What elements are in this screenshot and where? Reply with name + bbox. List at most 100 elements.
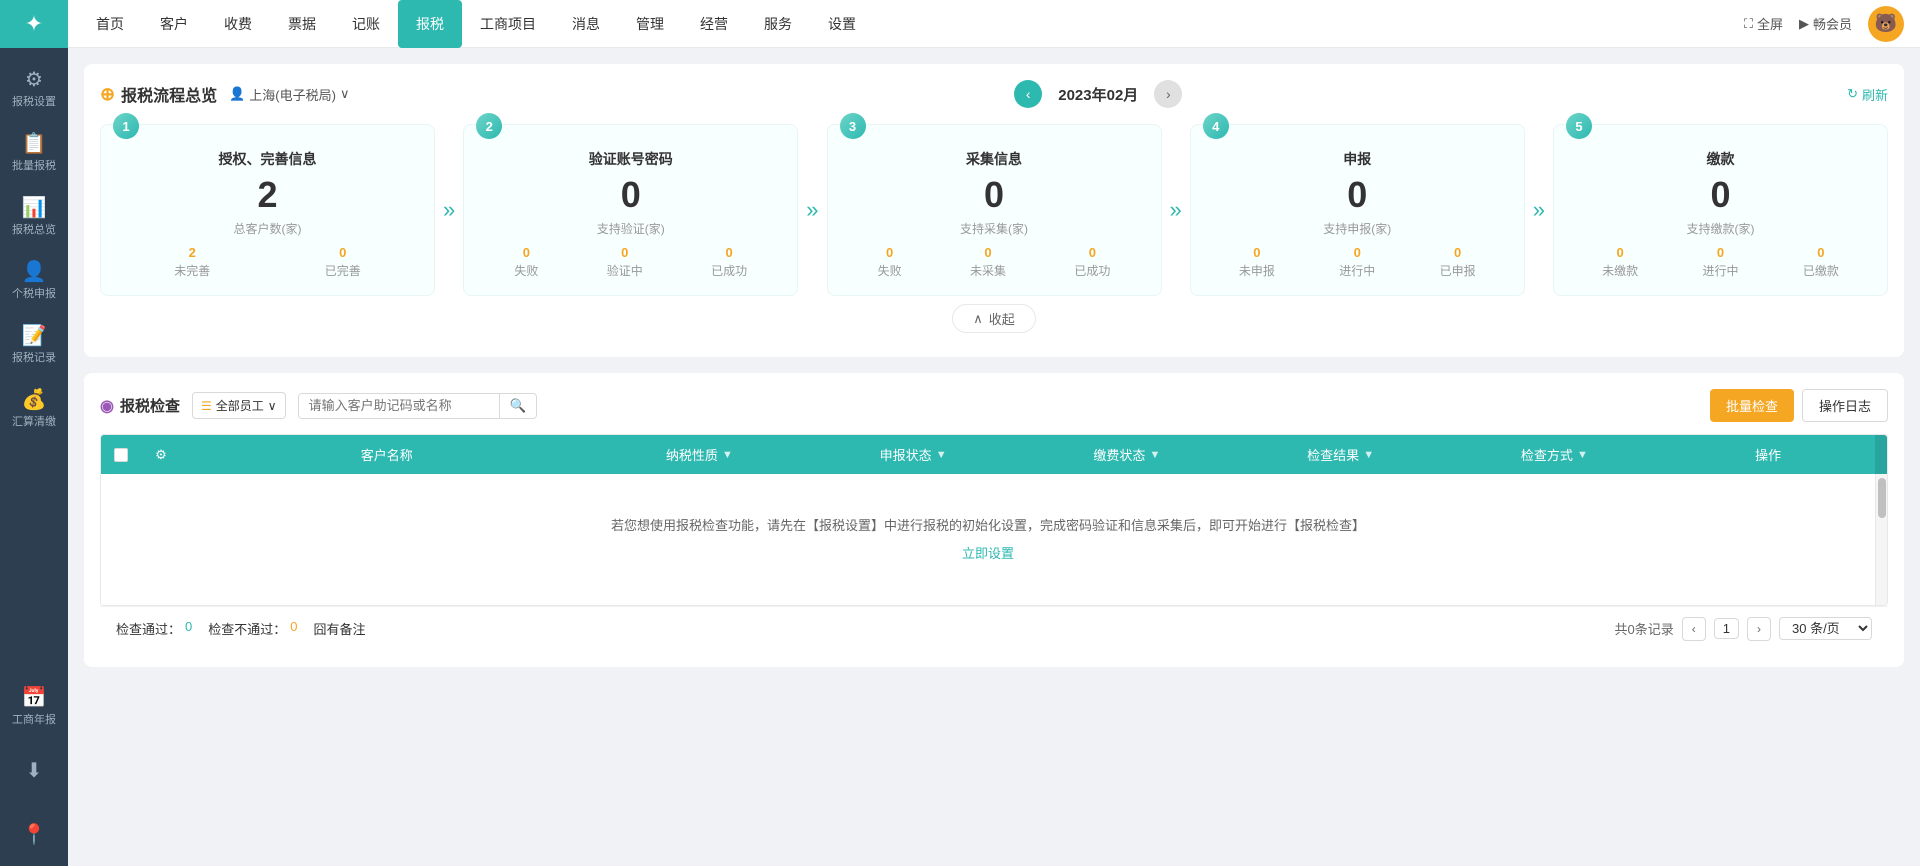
fail-count[interactable]: 0 [290,619,297,638]
stat-label-collected-3: 已成功 [1074,262,1110,279]
search-input[interactable] [299,394,499,417]
sidebar-item-personal-tax[interactable]: 👤 个税申报 [0,248,68,312]
nav-service[interactable]: 服务 [746,0,810,48]
filter-icon-2[interactable]: ▼ [936,449,947,461]
sidebar-label-tax-records: 报税记录 [12,352,56,365]
th-gear[interactable]: ⚙ [141,435,181,474]
user-avatar[interactable]: 🐻 [1868,6,1904,42]
flow-step-5: 5 缴款 0 支持缴款(家) 0 未缴款 0 进行中 [1553,124,1888,296]
nav-operation[interactable]: 经营 [682,0,746,48]
stat-complete: 0 已完善 [325,245,361,279]
stat-val-failed-3[interactable]: 0 [886,245,893,260]
clearance-icon: 💰 [22,387,47,412]
stat-label-failed-2: 失败 [514,262,538,279]
pass-count[interactable]: 0 [185,619,192,638]
stat-val-verifying-2[interactable]: 0 [621,245,628,260]
refresh-icon: ↻ [1847,86,1858,102]
dropdown-icon: ∨ [340,86,350,102]
th-pay-status: 缴费状态 ▼ [1020,435,1234,474]
nav-bookkeeping[interactable]: 记账 [334,0,398,48]
collapse-button[interactable]: ∧ 收起 [952,304,1036,333]
tax-check-header: ◉ 报税检查 ☰ 全部员工 ∨ 🔍 批量检查 操作日志 [100,389,1888,422]
stat-paid-5: 0 已缴款 [1803,245,1839,279]
prev-month-button[interactable]: ‹ [1014,80,1042,108]
stat-val-incomplete[interactable]: 2 [189,245,196,260]
next-month-button[interactable]: › [1154,80,1182,108]
filter-icon-5[interactable]: ▼ [1577,449,1588,461]
nav-settings[interactable]: 设置 [810,0,874,48]
stat-val-paid-5[interactable]: 0 [1817,245,1824,260]
sidebar-item-location[interactable]: 📍 [0,802,68,866]
stat-val-inprogress-4[interactable]: 0 [1354,245,1361,260]
filter-icon-4[interactable]: ▼ [1363,449,1374,461]
tax-records-icon: 📝 [22,323,47,348]
tax-check-actions: 批量检查 操作日志 [1710,389,1888,422]
step-subtitle-3: 支持采集(家) [844,220,1145,237]
sidebar: ⚙ 报税设置 📋 批量报税 📊 报税总览 👤 个税申报 📝 报税记录 💰 汇算清… [0,48,68,866]
stat-val-verified-2[interactable]: 0 [725,245,732,260]
sidebar-item-batch-tax[interactable]: 📋 批量报税 [0,120,68,184]
stat-val-collected-3[interactable]: 0 [1089,245,1096,260]
setup-link[interactable]: 立即设置 [962,542,1014,565]
page-size-selector[interactable]: 30 条/页50 条/页100 条/页 [1779,617,1872,640]
current-page: 1 [1714,618,1739,639]
fullscreen-button[interactable]: ⛶ 全屏 [1744,14,1783,33]
filter-icon-1[interactable]: ▼ [722,449,733,461]
stat-unpaid-5: 0 未缴款 [1602,245,1638,279]
th-checkbox[interactable] [101,435,141,474]
step-count-5: 0 [1570,173,1871,216]
location-tag[interactable]: 👤 上海(电子税局) ∨ [229,85,349,104]
stat-inprogress-4: 0 进行中 [1339,245,1375,279]
step-stats-2: 0 失败 0 验证中 0 已成功 [480,245,781,279]
nav-manage[interactable]: 管理 [618,0,682,48]
sidebar-item-annual-report[interactable]: 📅 工商年报 [0,674,68,738]
stat-val-inprogress-5[interactable]: 0 [1717,245,1724,260]
nav-tax[interactable]: 报税 [398,0,462,48]
collapse-bar: ∧ 收起 [100,296,1888,341]
vip-button[interactable]: ▶ 畅会员 [1799,14,1852,33]
nav-business[interactable]: 工商项目 [462,0,554,48]
nav-client[interactable]: 客户 [142,0,206,48]
step-title-5: 缴款 [1570,141,1871,169]
sidebar-label-tax-overview: 报税总览 [12,224,56,237]
month-navigation: ‹ 2023年02月 › [1014,80,1182,108]
nav-fee[interactable]: 收费 [206,0,270,48]
select-all-checkbox[interactable] [114,448,128,462]
nav-home[interactable]: 首页 [78,0,142,48]
step-num-1: 1 [113,113,139,139]
stat-val-complete[interactable]: 0 [339,245,346,260]
sidebar-item-download[interactable]: ⬇ [0,738,68,802]
nav-invoice[interactable]: 票据 [270,0,334,48]
nav-message[interactable]: 消息 [554,0,618,48]
current-month: 2023年02月 [1058,84,1138,105]
th-report-status: 申报状态 ▼ [806,435,1020,474]
search-button[interactable]: 🔍 [499,394,537,418]
step-stats-5: 0 未缴款 0 进行中 0 已缴款 [1570,245,1871,279]
prev-page-button[interactable]: ‹ [1682,617,1706,641]
sidebar-item-tax-overview[interactable]: 📊 报税总览 [0,184,68,248]
stat-val-uncollected-3[interactable]: 0 [984,245,991,260]
next-page-button[interactable]: › [1747,617,1771,641]
sidebar-item-clearance[interactable]: 💰 汇算清缴 [0,376,68,440]
operation-log-button[interactable]: 操作日志 [1802,389,1888,422]
logo-icon: ✦ [25,11,43,37]
sidebar-item-tax-records[interactable]: 📝 报税记录 [0,312,68,376]
sidebar-label-tax-settings: 报税设置 [12,96,56,109]
stat-verifying-2: 0 验证中 [607,245,643,279]
staff-selector[interactable]: ☰ 全部员工 ∨ [192,392,286,419]
stat-val-unpaid-5[interactable]: 0 [1617,245,1624,260]
step-num-4: 4 [1203,113,1229,139]
table-header: ⚙ 客户名称 纳税性质 ▼ 申报状态 ▼ 缴费状态 ▼ [101,435,1887,474]
sidebar-item-tax-settings[interactable]: ⚙ 报税设置 [0,56,68,120]
batch-check-button[interactable]: 批量检查 [1710,389,1794,422]
scrollbar[interactable] [1875,474,1887,605]
stat-val-reported-4[interactable]: 0 [1454,245,1461,260]
filter-icon-3[interactable]: ▼ [1149,449,1160,461]
scrollbar-thumb [1878,478,1886,518]
stat-val-failed-2[interactable]: 0 [523,245,530,260]
fullscreen-icon: ⛶ [1744,16,1753,32]
stat-val-unreported-4[interactable]: 0 [1253,245,1260,260]
tax-overview-icon: 📊 [22,195,47,220]
refresh-button[interactable]: ↻ 刷新 [1847,85,1888,104]
th-tax-nature: 纳税性质 ▼ [593,435,807,474]
